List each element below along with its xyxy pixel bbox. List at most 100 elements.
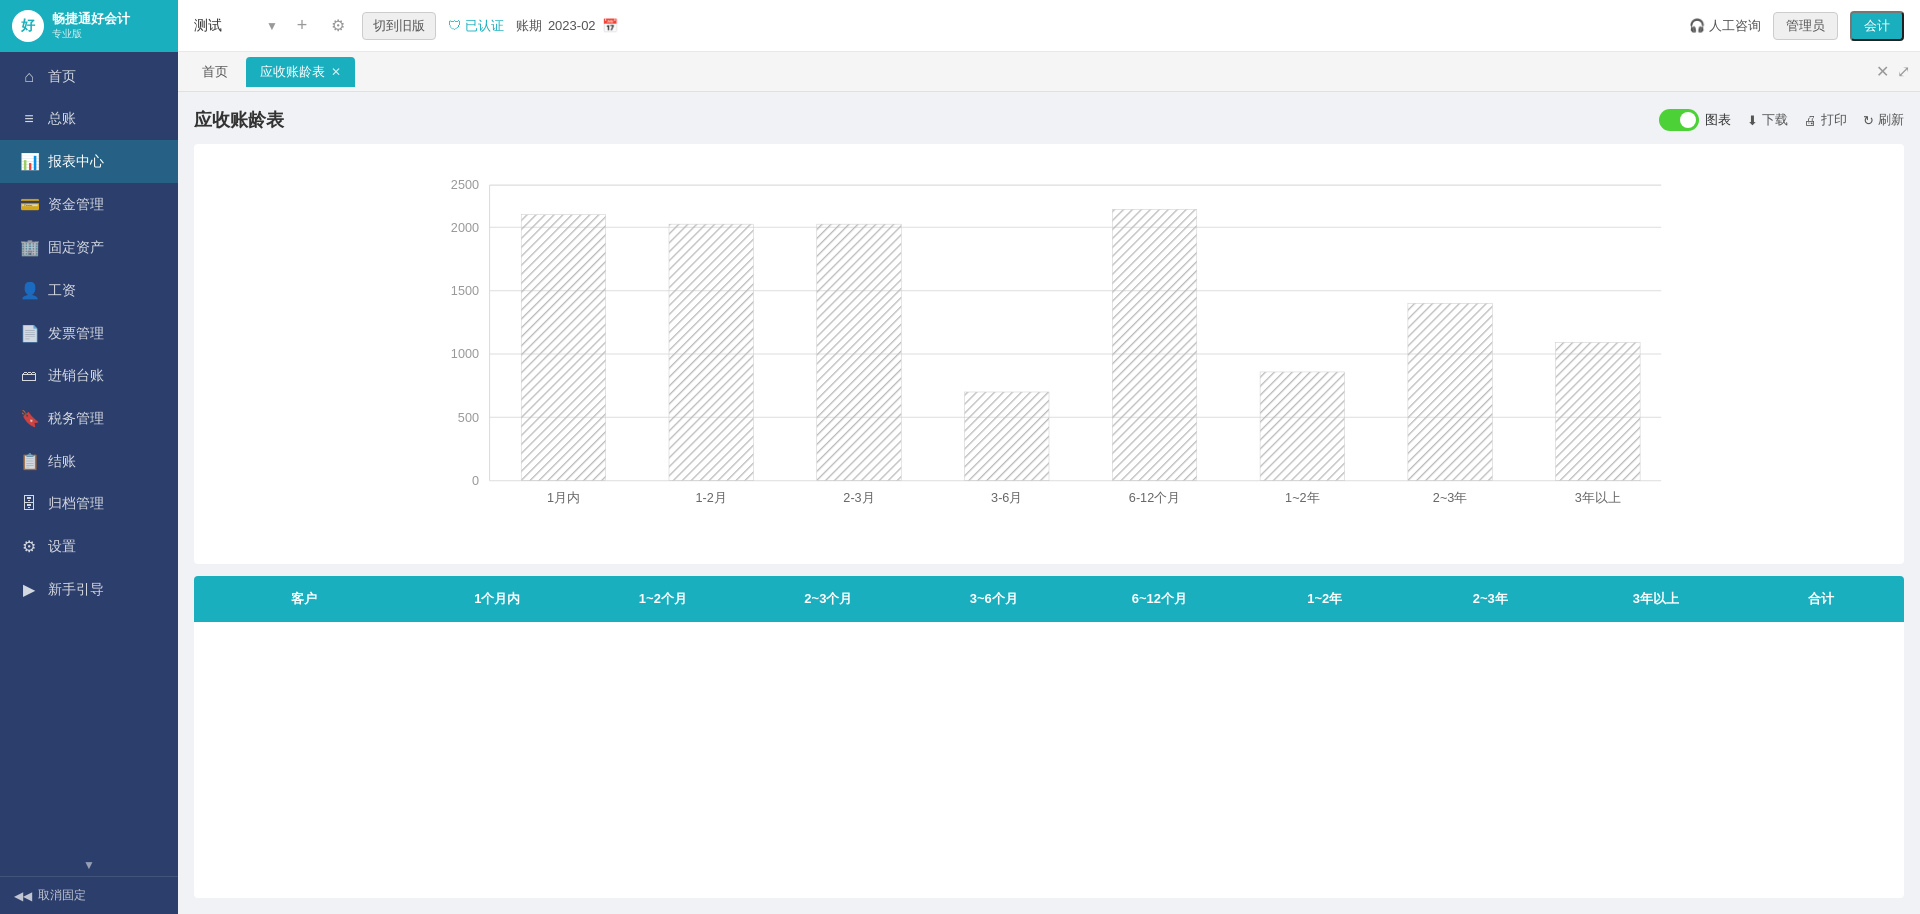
svg-text:1500: 1500 bbox=[451, 284, 479, 298]
logo-sub: 专业版 bbox=[52, 27, 130, 41]
main-area: 测试 ▼ + ⚙ 切到旧版 🛡 已认证 账期 2023-02 📅 🎧 人工咨询 … bbox=[178, 0, 1920, 914]
topbar: 测试 ▼ + ⚙ 切到旧版 🛡 已认证 账期 2023-02 📅 🎧 人工咨询 … bbox=[178, 0, 1920, 52]
tabs-right: ✕ ⤢ bbox=[1876, 62, 1910, 81]
refresh-label: 刷新 bbox=[1878, 111, 1904, 129]
sidebar-item-settings[interactable]: ⚙ 设置 bbox=[0, 525, 178, 568]
sidebar-nav: ⌂ 首页 ≡总账📊报表中心 💳 资金管理 🏢固定资产 👤 工资 📄发票管理🗃进销台账🔖税务管理📋… bbox=[0, 52, 178, 854]
tabs-close-all-btn[interactable]: ✕ bbox=[1876, 62, 1889, 81]
archive-icon: 🗄 bbox=[20, 495, 38, 513]
sidebar-label-funds: 资金管理 bbox=[48, 196, 104, 214]
table-col-客户: 客户 bbox=[194, 576, 415, 622]
download-icon: ⬇ bbox=[1747, 113, 1758, 128]
settings-icon: ⚙ bbox=[20, 537, 38, 556]
sidebar-item-ledger[interactable]: ≡总账 bbox=[0, 98, 178, 140]
sidebar-item-invoice[interactable]: 📄发票管理 bbox=[0, 312, 178, 355]
svg-text:3年以上: 3年以上 bbox=[1575, 491, 1621, 505]
verified-label: 已认证 bbox=[465, 17, 504, 35]
invoice-icon: 📄 bbox=[20, 324, 38, 343]
sidebar-item-archive[interactable]: 🗄 归档管理 bbox=[0, 483, 178, 525]
headset-icon: 🎧 bbox=[1689, 18, 1705, 33]
table-header: 客户1个月内1~2个月2~3个月3~6个月6~12个月1~2年2~3年3年以上合… bbox=[194, 576, 1904, 622]
tab-aging[interactable]: 应收账龄表 ✕ bbox=[246, 57, 355, 87]
sidebar-item-reports[interactable]: 📊报表中心 bbox=[0, 140, 178, 183]
sidebar-item-purchase_sale[interactable]: 🗃进销台账 bbox=[0, 355, 178, 397]
bar-chart: 0 500 1000 1500 2000 2500 1月内 1-2月 bbox=[214, 164, 1884, 544]
sidebar-label-home: 首页 bbox=[48, 68, 76, 86]
table-col-3~6个月: 3~6个月 bbox=[911, 576, 1076, 622]
switch-version-btn[interactable]: 切到旧版 bbox=[362, 12, 436, 40]
tab-home[interactable]: 首页 bbox=[188, 57, 242, 87]
sidebar-label-archive: 归档管理 bbox=[48, 495, 104, 513]
logo-area: 好 畅捷通好会计 专业版 bbox=[0, 0, 178, 52]
assets-icon: 🏢 bbox=[20, 238, 38, 257]
table-col-1~2个月: 1~2个月 bbox=[580, 576, 745, 622]
bar-6-12个月 bbox=[1112, 209, 1196, 480]
print-label: 打印 bbox=[1821, 111, 1847, 129]
svg-text:2000: 2000 bbox=[451, 221, 479, 235]
table-col-1个月内: 1个月内 bbox=[415, 576, 580, 622]
funds-icon: 💳 bbox=[20, 195, 38, 214]
cancel-fixed-label: 取消固定 bbox=[38, 887, 86, 904]
logo-name: 畅捷通好会计 bbox=[52, 11, 130, 28]
user-btn[interactable]: 管理员 bbox=[1773, 12, 1838, 40]
logo-icon: 好 bbox=[12, 10, 44, 42]
print-btn[interactable]: 🖨 打印 bbox=[1804, 111, 1847, 129]
svg-text:1~2年: 1~2年 bbox=[1285, 491, 1319, 505]
bar-1-2年 bbox=[1260, 372, 1344, 481]
sidebar-item-funds[interactable]: 💳 资金管理 bbox=[0, 183, 178, 226]
svg-text:500: 500 bbox=[458, 411, 479, 425]
chart-toggle-label: 图表 bbox=[1705, 111, 1731, 129]
sidebar-scroll-down[interactable]: ▼ bbox=[0, 854, 178, 876]
sidebar-item-checkout[interactable]: 📋结账 bbox=[0, 440, 178, 483]
tax-icon: 🔖 bbox=[20, 409, 38, 428]
company-dropdown-icon[interactable]: ▼ bbox=[266, 19, 278, 33]
sidebar-item-home[interactable]: ⌂ 首页 bbox=[0, 56, 178, 98]
print-icon: 🖨 bbox=[1804, 113, 1817, 128]
chart-toggle-wrap: 图表 bbox=[1659, 109, 1731, 131]
pin-icon: ◀◀ bbox=[14, 889, 32, 903]
sidebar-item-assets[interactable]: 🏢固定资产 bbox=[0, 226, 178, 269]
salary-icon: 👤 bbox=[20, 281, 38, 300]
add-company-btn[interactable]: + bbox=[290, 14, 314, 38]
bar-1月内 bbox=[521, 215, 605, 481]
download-label: 下载 bbox=[1762, 111, 1788, 129]
svg-text:1月内: 1月内 bbox=[547, 491, 580, 505]
sidebar-label-salary: 工资 bbox=[48, 282, 76, 300]
svg-text:6-12个月: 6-12个月 bbox=[1129, 491, 1180, 505]
table-col-2~3个月: 2~3个月 bbox=[746, 576, 911, 622]
refresh-icon: ↻ bbox=[1863, 113, 1874, 128]
svg-text:2500: 2500 bbox=[451, 178, 479, 192]
calendar-icon[interactable]: 📅 bbox=[602, 18, 618, 33]
settings-icon[interactable]: ⚙ bbox=[326, 14, 350, 38]
bar-3-6月 bbox=[965, 392, 1049, 481]
table-col-合计: 合计 bbox=[1739, 576, 1904, 622]
role-btn[interactable]: 会计 bbox=[1850, 11, 1904, 41]
sidebar-label-ledger: 总账 bbox=[48, 110, 76, 128]
table-col-3年以上: 3年以上 bbox=[1573, 576, 1738, 622]
bar-3年以上 bbox=[1556, 342, 1640, 480]
sidebar-item-salary[interactable]: 👤 工资 bbox=[0, 269, 178, 312]
help-label: 人工咨询 bbox=[1709, 17, 1761, 35]
tab-home-label: 首页 bbox=[202, 63, 228, 81]
bar-2-3月 bbox=[817, 224, 901, 481]
sidebar-item-guide[interactable]: ▶新手引导 bbox=[0, 568, 178, 611]
chart-toggle[interactable] bbox=[1659, 109, 1699, 131]
help-btn[interactable]: 🎧 人工咨询 bbox=[1689, 17, 1761, 35]
download-btn[interactable]: ⬇ 下载 bbox=[1747, 111, 1788, 129]
home-icon: ⌂ bbox=[20, 68, 38, 86]
sidebar-label-reports: 报表中心 bbox=[48, 153, 104, 171]
guide-icon: ▶ bbox=[20, 580, 38, 599]
current-company: 测试 bbox=[194, 17, 254, 35]
bar-1-2月 bbox=[669, 224, 753, 481]
cancel-fixed-btn[interactable]: ◀◀ 取消固定 bbox=[14, 887, 164, 904]
period-label: 账期 bbox=[516, 17, 542, 35]
tab-aging-label: 应收账龄表 bbox=[260, 63, 325, 81]
table-container: 客户1个月内1~2个月2~3个月3~6个月6~12个月1~2年2~3年3年以上合… bbox=[194, 576, 1904, 898]
table-col-1~2年: 1~2年 bbox=[1242, 576, 1407, 622]
tab-aging-close[interactable]: ✕ bbox=[331, 65, 341, 79]
content-area: 应收账龄表 图表 ⬇ 下载 🖨 打印 ↻ 刷新 bbox=[178, 92, 1920, 914]
sidebar-item-tax[interactable]: 🔖税务管理 bbox=[0, 397, 178, 440]
refresh-btn[interactable]: ↻ 刷新 bbox=[1863, 111, 1904, 129]
sidebar-label-settings: 设置 bbox=[48, 538, 76, 556]
tabs-expand-btn[interactable]: ⤢ bbox=[1897, 62, 1910, 81]
